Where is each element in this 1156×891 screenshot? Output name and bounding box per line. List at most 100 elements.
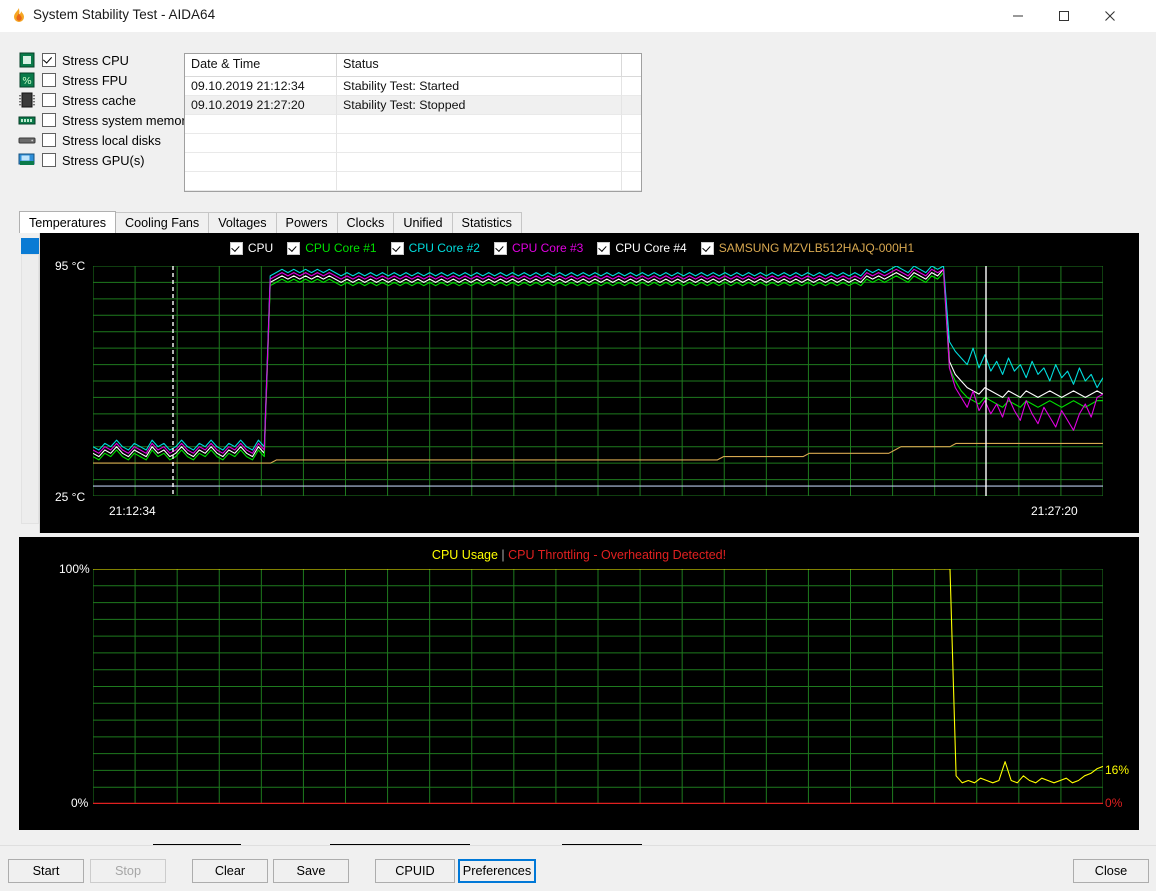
cell-status: Stability Test: Stopped bbox=[337, 96, 622, 115]
stress-option-disks[interactable]: Stress local disks bbox=[18, 130, 208, 150]
legend-label: CPU Core #3 bbox=[512, 241, 583, 255]
legend-item-core3[interactable]: CPU Core #3 bbox=[494, 241, 583, 255]
legend-label: CPU Core #1 bbox=[305, 241, 376, 255]
title-bar: System Stability Test - AIDA64 bbox=[0, 0, 1156, 32]
stop-button: Stop bbox=[90, 859, 166, 883]
cell-extra bbox=[622, 77, 641, 96]
tab-bar: Temperatures Cooling Fans Voltages Power… bbox=[19, 211, 521, 233]
usage-axis-min-label: 0% bbox=[71, 796, 88, 810]
tab-voltages[interactable]: Voltages bbox=[208, 212, 276, 233]
legend-label: CPU Core #4 bbox=[615, 241, 686, 255]
close-button[interactable]: Close bbox=[1073, 859, 1149, 883]
tab-unified[interactable]: Unified bbox=[393, 212, 452, 233]
stress-option-cache[interactable]: Stress cache bbox=[18, 90, 208, 110]
chart-scrollbar[interactable] bbox=[19, 233, 40, 533]
maximize-button[interactable] bbox=[1041, 0, 1087, 32]
table-header: Date & Time Status bbox=[185, 54, 641, 77]
table-row-empty bbox=[185, 153, 641, 172]
tab-temperatures[interactable]: Temperatures bbox=[19, 211, 116, 233]
stress-cache-checkbox[interactable] bbox=[42, 93, 56, 107]
stress-memory-checkbox[interactable] bbox=[42, 113, 56, 127]
table-row-empty bbox=[185, 134, 641, 153]
client-area: Stress CPU % Stress FPU Stress cache bbox=[1, 32, 1155, 889]
hard-disk-icon bbox=[18, 132, 36, 148]
legend-item-ssd[interactable]: SAMSUNG MZVLB512HAJQ-000H1 bbox=[701, 241, 914, 255]
stress-option-label: Stress CPU bbox=[62, 53, 129, 68]
table-row[interactable]: 09.10.2019 21:12:34 Stability Test: Star… bbox=[185, 77, 641, 96]
tab-cooling-fans[interactable]: Cooling Fans bbox=[115, 212, 209, 233]
stress-cpu-checkbox[interactable] bbox=[42, 53, 56, 67]
header-separator: | bbox=[501, 548, 504, 562]
throttling-warning: CPU Throttling - Overheating Detected! bbox=[508, 548, 726, 562]
table-row[interactable]: 09.10.2019 21:27:20 Stability Test: Stop… bbox=[185, 96, 641, 115]
cpu-usage-title: CPU Usage bbox=[432, 548, 498, 562]
legend-item-core2[interactable]: CPU Core #2 bbox=[391, 241, 480, 255]
save-button[interactable]: Save bbox=[273, 859, 349, 883]
column-header-datetime[interactable]: Date & Time bbox=[185, 54, 337, 76]
temp-axis-end-time: 21:27:20 bbox=[1031, 504, 1078, 518]
legend-item-cpu[interactable]: CPU bbox=[230, 241, 273, 255]
temp-axis-min-label: 25 °C bbox=[55, 490, 85, 504]
stress-option-label: Stress GPU(s) bbox=[62, 153, 144, 168]
stress-option-label: Stress local disks bbox=[62, 133, 161, 148]
cpu-usage-header: CPU Usage | CPU Throttling - Overheating… bbox=[19, 548, 1139, 562]
stress-option-gpu[interactable]: Stress GPU(s) bbox=[18, 150, 208, 170]
clear-button[interactable]: Clear bbox=[192, 859, 268, 883]
temp-axis-max-label: 95 °C bbox=[55, 259, 85, 273]
stress-option-label: Stress cache bbox=[62, 93, 136, 108]
temperature-chart-panel: CPU CPU Core #1 CPU Core #2 CPU Core #3 … bbox=[19, 233, 1139, 533]
cpuid-button[interactable]: CPUID bbox=[375, 859, 455, 883]
minimize-button[interactable] bbox=[995, 0, 1041, 32]
usage-axis-max-label: 100% bbox=[59, 562, 90, 576]
legend-item-core1[interactable]: CPU Core #1 bbox=[287, 241, 376, 255]
legend-checkbox[interactable] bbox=[494, 242, 507, 255]
stress-disks-checkbox[interactable] bbox=[42, 133, 56, 147]
gpu-card-icon bbox=[18, 152, 36, 168]
tab-statistics[interactable]: Statistics bbox=[452, 212, 522, 233]
cell-extra bbox=[622, 96, 641, 115]
legend-checkbox[interactable] bbox=[701, 242, 714, 255]
legend-checkbox[interactable] bbox=[391, 242, 404, 255]
table-row-empty bbox=[185, 172, 641, 191]
stress-option-fpu[interactable]: % Stress FPU bbox=[18, 70, 208, 90]
temperature-plot bbox=[93, 266, 1103, 496]
stress-option-label: Stress system memory bbox=[62, 113, 192, 128]
stress-options-list: Stress CPU % Stress FPU Stress cache bbox=[18, 50, 208, 170]
legend-label: CPU Core #2 bbox=[409, 241, 480, 255]
legend-checkbox[interactable] bbox=[287, 242, 300, 255]
tab-powers[interactable]: Powers bbox=[276, 212, 338, 233]
column-header-extra[interactable] bbox=[622, 54, 641, 76]
flame-icon bbox=[10, 7, 28, 25]
preferences-button[interactable]: Preferences bbox=[458, 859, 536, 883]
usage-readout-baseline: 0% bbox=[1105, 796, 1122, 810]
button-bar: Start Stop Clear Save CPUID Preferences … bbox=[0, 845, 1156, 891]
temp-axis-start-time: 21:12:34 bbox=[109, 504, 156, 518]
event-log-table[interactable]: Date & Time Status 09.10.2019 21:12:34 S… bbox=[184, 53, 642, 192]
legend-checkbox[interactable] bbox=[230, 242, 243, 255]
cell-status: Stability Test: Started bbox=[337, 77, 622, 96]
legend-checkbox[interactable] bbox=[597, 242, 610, 255]
legend-label: SAMSUNG MZVLB512HAJQ-000H1 bbox=[719, 241, 914, 255]
cell-datetime: 09.10.2019 21:27:20 bbox=[185, 96, 337, 115]
cpu-chip-icon bbox=[18, 52, 36, 68]
stress-option-cpu[interactable]: Stress CPU bbox=[18, 50, 208, 70]
close-window-button[interactable] bbox=[1087, 0, 1133, 32]
usage-readout-current: 16% bbox=[1105, 763, 1129, 777]
scrollbar-track[interactable] bbox=[21, 254, 39, 524]
legend-label: CPU bbox=[248, 241, 273, 255]
legend-item-core4[interactable]: CPU Core #4 bbox=[597, 241, 686, 255]
tab-clocks[interactable]: Clocks bbox=[337, 212, 395, 233]
cell-datetime: 09.10.2019 21:12:34 bbox=[185, 77, 337, 96]
stress-gpu-checkbox[interactable] bbox=[42, 153, 56, 167]
cache-chip-icon bbox=[18, 92, 36, 108]
stress-option-memory[interactable]: Stress system memory bbox=[18, 110, 208, 130]
table-row-empty bbox=[185, 115, 641, 134]
stress-fpu-checkbox[interactable] bbox=[42, 73, 56, 87]
svg-text:%: % bbox=[22, 76, 32, 87]
start-button[interactable]: Start bbox=[8, 859, 84, 883]
cpu-usage-plot bbox=[93, 569, 1103, 804]
fpu-percent-icon: % bbox=[18, 72, 36, 88]
temperature-legend: CPU CPU Core #1 CPU Core #2 CPU Core #3 … bbox=[19, 241, 1139, 255]
column-header-status[interactable]: Status bbox=[337, 54, 622, 76]
aida64-stability-window: System Stability Test - AIDA64 Stress CP… bbox=[0, 0, 1156, 890]
